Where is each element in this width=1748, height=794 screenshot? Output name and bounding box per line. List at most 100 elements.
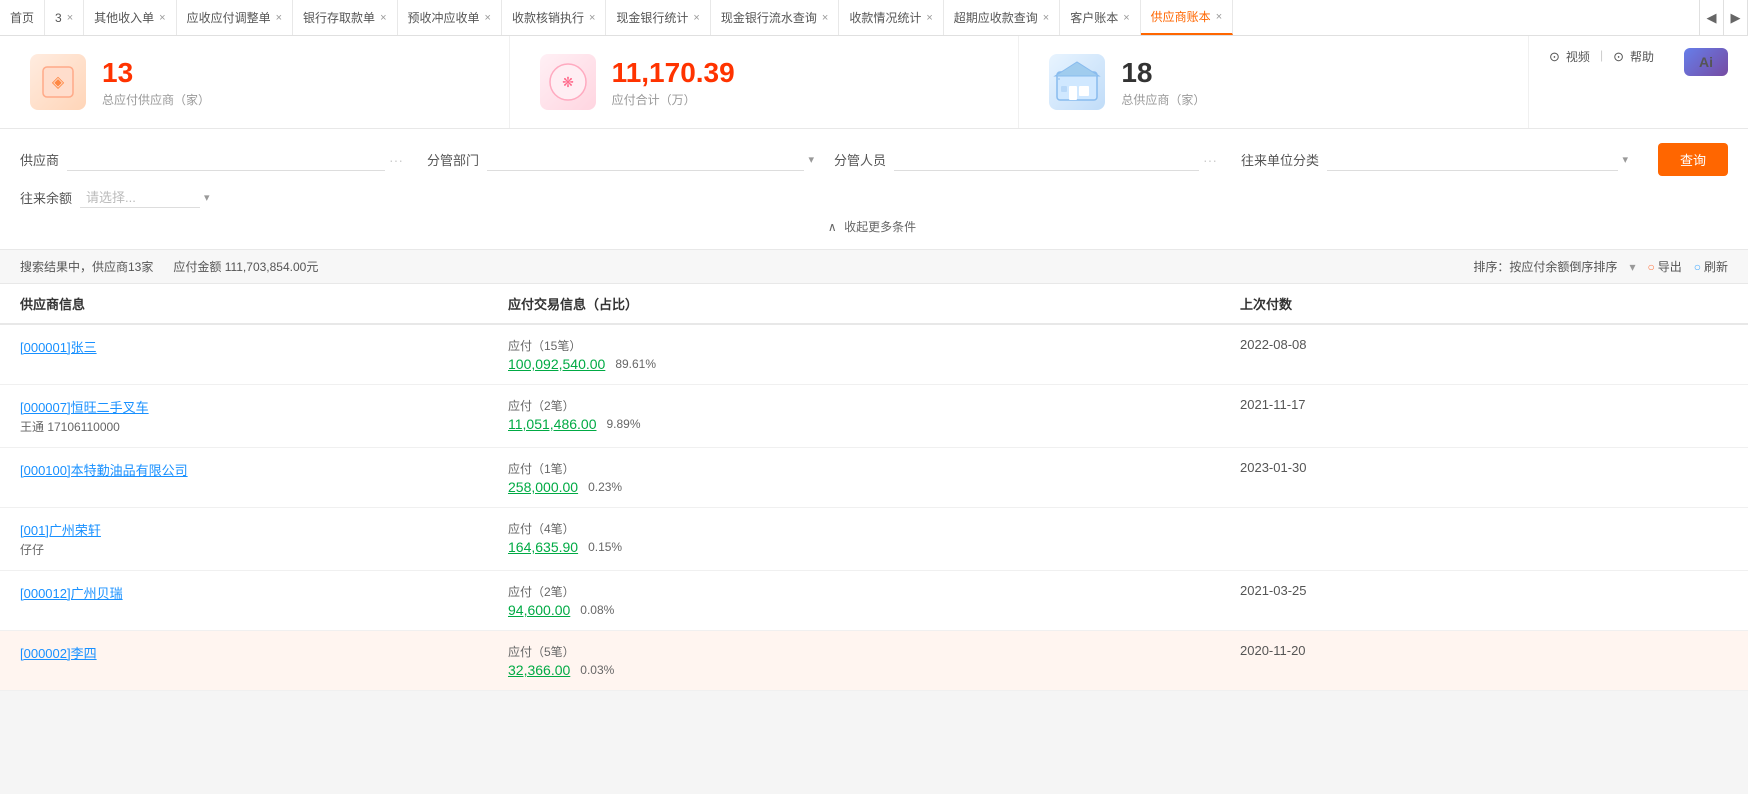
tx-amount-2[interactable]: 11,051,486.00 xyxy=(508,416,597,432)
svg-text:◈: ◈ xyxy=(52,74,65,91)
summary-card-vendors: ◈ 13 总应付供应商（家） xyxy=(0,36,510,128)
nav-tab-other-income[interactable]: 其他收入单 × xyxy=(84,0,176,35)
tx-amount-4[interactable]: 164,635.90 xyxy=(508,539,578,555)
last-pay-2: 2021-11-17 xyxy=(1240,397,1728,412)
store-icon xyxy=(1049,54,1105,110)
close-cf[interactable]: × xyxy=(822,12,828,24)
close-cb[interactable]: × xyxy=(1123,12,1129,24)
col-last-payment: 上次付数 xyxy=(1240,294,1728,313)
close-other-income[interactable]: × xyxy=(159,12,165,24)
nav-next-arrow[interactable]: ▶ xyxy=(1724,0,1748,36)
nav-tab-payment-verify[interactable]: 收款核销执行 × xyxy=(502,0,606,35)
filter-row-1: 供应商 ··· 分管部门 ▾ 分管人员 ··· 往来单位分类 ▾ 查询 xyxy=(20,143,1728,176)
help-link[interactable]: ⊙ 帮助 xyxy=(1613,48,1654,65)
tx-row-2: 11,051,486.00 9.89% xyxy=(508,416,1240,432)
nav-prev-arrow[interactable]: ◀ xyxy=(1700,0,1724,36)
card3-value: 18 xyxy=(1121,56,1205,90)
tx-amount-3[interactable]: 258,000.00 xyxy=(508,479,578,495)
tx-row-3: 258,000.00 0.23% xyxy=(508,479,1240,495)
card1-value: 13 xyxy=(102,56,210,90)
person-dots[interactable]: ··· xyxy=(1203,152,1217,168)
close-od[interactable]: × xyxy=(1043,12,1049,24)
nav-tab-cash-stat[interactable]: 现金银行统计 × xyxy=(606,0,710,35)
vendor-label: 供应商 xyxy=(20,150,59,169)
tx-amount-6[interactable]: 32,366.00 xyxy=(508,662,570,678)
supplier-cell-4: [001]广州荣轩 仔仔 xyxy=(20,520,508,558)
supplier-cell-2: [000007]恒旺二手叉车 王通 17106110000 xyxy=(20,397,508,435)
last-pay-3: 2023-01-30 xyxy=(1240,460,1728,475)
nav-tab-vendor-book[interactable]: 供应商账本 × xyxy=(1141,0,1233,35)
supplier-link-2[interactable]: [000007]恒旺二手叉车 xyxy=(20,397,508,416)
supplier-sub-4: 仔仔 xyxy=(20,541,508,558)
nav-tab-advance[interactable]: 预收冲应收单 × xyxy=(398,0,502,35)
close-cst[interactable]: × xyxy=(926,12,932,24)
close-vb[interactable]: × xyxy=(1216,11,1222,23)
chevron-up-icon: ∧ xyxy=(828,220,837,234)
ai-button[interactable]: Ai xyxy=(1684,48,1728,76)
amount-total: 应付金额 111,703,854.00元 xyxy=(173,258,318,275)
close-ar-ap[interactable]: × xyxy=(276,12,282,24)
nav-tab-overdue[interactable]: 超期应收款查询 × xyxy=(944,0,1060,35)
card1-label: 总应付供应商（家） xyxy=(102,91,210,108)
category-dropdown-icon[interactable]: ▾ xyxy=(1622,153,1628,166)
balance-dropdown-icon[interactable]: ▾ xyxy=(204,191,210,204)
nav-tab-ar-ap-adjust[interactable]: 应收应付调整单 × xyxy=(177,0,293,35)
tx-cell-5: 应付（2笔） 94,600.00 0.08% xyxy=(508,583,1240,618)
query-button[interactable]: 查询 xyxy=(1658,143,1728,176)
close-advance[interactable]: × xyxy=(485,12,491,24)
col-supplier: 供应商信息 xyxy=(20,294,508,313)
tx-label-2: 应付（2笔） xyxy=(508,397,1240,414)
supplier-link-4[interactable]: [001]广州荣轩 xyxy=(20,520,508,539)
table-row-highlighted: [000002]李四 应付（5笔） 32,366.00 0.03% 2020-1… xyxy=(0,631,1748,691)
tx-ratio-1: 89.61% xyxy=(615,357,656,371)
vendor-icon: ◈ xyxy=(30,54,86,110)
tx-ratio-6: 0.03% xyxy=(580,663,614,677)
tx-cell-1: 应付（15笔） 100,092,540.00 89.61% xyxy=(508,337,1240,372)
nav-tab-bank-deposit[interactable]: 银行存取款单 × xyxy=(293,0,397,35)
close-tab-3[interactable]: × xyxy=(67,12,73,24)
filter-category: 往来单位分类 ▾ xyxy=(1241,149,1628,171)
supplier-link-1[interactable]: [000001]张三 xyxy=(20,337,508,356)
nav-tab-customer-book[interactable]: 客户账本 × xyxy=(1060,0,1140,35)
tx-amount-1[interactable]: 100,092,540.00 xyxy=(508,356,605,372)
nav-tab-home[interactable]: 首页 xyxy=(0,0,45,35)
supplier-cell-5: [000012]广州贝瑞 xyxy=(20,583,508,602)
supplier-sub-2: 王通 17106110000 xyxy=(20,418,508,435)
nav-tab-collect-stat[interactable]: 收款情况统计 × xyxy=(839,0,943,35)
supplier-link-6[interactable]: [000002]李四 xyxy=(20,643,508,662)
balance-label: 往来余额 xyxy=(20,188,72,207)
tx-label-3: 应付（1笔） xyxy=(508,460,1240,477)
top-navigation: 首页 3 × 其他收入单 × 应收应付调整单 × 银行存取款单 × 预收冲应收单… xyxy=(0,0,1748,36)
nav-tab-3[interactable]: 3 × xyxy=(45,0,84,35)
sort-chevron[interactable]: ▾ xyxy=(1629,260,1635,274)
filter-person: 分管人员 ··· xyxy=(834,149,1221,171)
supplier-link-5[interactable]: [000012]广州贝瑞 xyxy=(20,583,508,602)
close-pv[interactable]: × xyxy=(589,12,595,24)
table-row: [001]广州荣轩 仔仔 应付（4笔） 164,635.90 0.15% xyxy=(0,508,1748,571)
vendor-count: 搜索结果中，供应商13家 xyxy=(20,258,153,275)
vendor-dots[interactable]: ··· xyxy=(389,152,403,168)
export-button[interactable]: 导出 xyxy=(1647,258,1681,275)
nav-arrows: ◀ ▶ xyxy=(1699,0,1748,36)
help-divider: | xyxy=(1600,48,1603,62)
balance-input[interactable] xyxy=(80,186,200,208)
person-label: 分管人员 xyxy=(834,150,886,169)
person-input[interactable] xyxy=(894,149,1199,171)
nav-tab-cash-flow[interactable]: 现金银行流水查询 × xyxy=(711,0,839,35)
category-input[interactable] xyxy=(1327,149,1618,171)
video-link[interactable]: ⊙ 视频 xyxy=(1549,48,1590,65)
last-pay-5: 2021-03-25 xyxy=(1240,583,1728,598)
help-icon: ⊙ xyxy=(1613,49,1624,65)
tx-ratio-3: 0.23% xyxy=(588,480,622,494)
refresh-button[interactable]: 刷新 xyxy=(1694,258,1728,275)
svg-text:❋: ❋ xyxy=(562,74,574,90)
supplier-link-3[interactable]: [000100]本特勤油品有限公司 xyxy=(20,460,508,479)
tx-amount-5[interactable]: 94,600.00 xyxy=(508,602,570,618)
dept-input[interactable] xyxy=(487,149,804,171)
vendor-input[interactable] xyxy=(67,149,385,171)
dept-dropdown-icon[interactable]: ▾ xyxy=(808,153,814,166)
close-bank[interactable]: × xyxy=(380,12,386,24)
tx-cell-3: 应付（1笔） 258,000.00 0.23% xyxy=(508,460,1240,495)
collapse-bar[interactable]: ∧ 收起更多条件 xyxy=(20,212,1728,241)
close-cs[interactable]: × xyxy=(693,12,699,24)
